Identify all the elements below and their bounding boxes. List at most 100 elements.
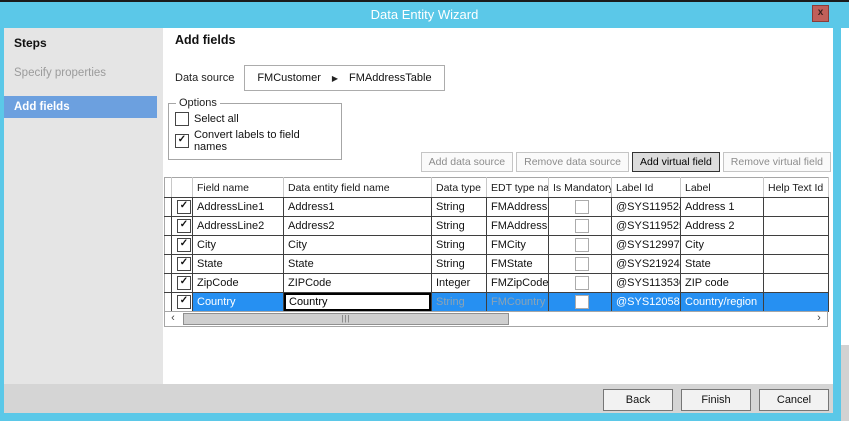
breadcrumb-segment-fmcustomer[interactable]: FMCustomer <box>257 72 321 84</box>
cell-field-name[interactable]: ZipCode <box>192 273 284 293</box>
cell-label[interactable]: ZIP code <box>680 273 764 293</box>
horizontal-scrollbar[interactable]: ‹ ||| › <box>164 311 828 327</box>
cell-label-id[interactable]: @SYS129977 <box>611 235 681 255</box>
row-selector[interactable] <box>164 292 172 312</box>
cell-edt-type-name: FMCity <box>486 235 549 255</box>
cell-field-name[interactable]: State <box>192 254 284 274</box>
row-checkbox[interactable]: ✓ <box>177 295 191 309</box>
cell-entity-field-name[interactable]: ZIPCode <box>283 273 432 293</box>
row-check-cell[interactable]: ✓ <box>171 216 193 236</box>
row-check-cell[interactable]: ✓ <box>171 254 193 274</box>
cell-field-name[interactable]: AddressLine2 <box>192 216 284 236</box>
mandatory-checkbox[interactable] <box>575 295 589 309</box>
sidebar-item-specify-properties[interactable]: Specify properties <box>14 67 106 79</box>
header-entity-field-name[interactable]: Data entity field name <box>283 177 432 198</box>
cell-is-mandatory[interactable] <box>548 292 612 312</box>
grid-toolbar: Add data source Remove data source Add v… <box>420 152 831 172</box>
cancel-button[interactable]: Cancel <box>759 389 829 411</box>
cell-field-name[interactable]: City <box>192 235 284 255</box>
back-button[interactable]: Back <box>603 389 673 411</box>
cell-help-text-id[interactable] <box>763 292 829 312</box>
row-selector[interactable] <box>164 235 172 255</box>
cell-is-mandatory[interactable] <box>548 273 612 293</box>
cell-help-text-id[interactable] <box>763 254 829 274</box>
cell-entity-field-name[interactable]: Address1 <box>283 197 432 217</box>
cell-label[interactable]: City <box>680 235 764 255</box>
cell-field-name[interactable]: AddressLine1 <box>192 197 284 217</box>
mandatory-checkbox[interactable] <box>575 257 589 271</box>
row-checkbox[interactable]: ✓ <box>177 276 191 290</box>
row-checkbox[interactable]: ✓ <box>177 200 191 214</box>
cell-is-mandatory[interactable] <box>548 235 612 255</box>
cell-is-mandatory[interactable] <box>548 216 612 236</box>
select-all-checkbox[interactable] <box>175 112 189 126</box>
table-row[interactable]: ✓ State State String FMState @SYS21924 S… <box>164 254 829 274</box>
convert-labels-checkbox[interactable]: ✓ <box>175 134 189 148</box>
header-is-mandatory[interactable]: Is Mandatory <box>548 177 612 198</box>
mandatory-checkbox[interactable] <box>575 238 589 252</box>
header-edt-type-name[interactable]: EDT type name <box>486 177 549 198</box>
cell-label-id[interactable]: @SYS119525 <box>611 216 681 236</box>
cell-label-id[interactable]: @SYS113530 <box>611 273 681 293</box>
add-data-source-button[interactable]: Add data source <box>420 152 514 172</box>
header-label-id[interactable]: Label Id <box>611 177 681 198</box>
mandatory-checkbox[interactable] <box>575 200 589 214</box>
cell-help-text-id[interactable] <box>763 197 829 217</box>
table-row[interactable]: ✓ AddressLine1 Address1 String FMAddress… <box>164 197 829 217</box>
row-check-cell[interactable]: ✓ <box>171 292 193 312</box>
remove-virtual-field-button[interactable]: Remove virtual field <box>722 152 831 172</box>
cell-label[interactable]: Address 1 <box>680 197 764 217</box>
cell-help-text-id[interactable] <box>763 273 829 293</box>
cell-label-id[interactable]: @SYS21924 <box>611 254 681 274</box>
row-check-cell[interactable]: ✓ <box>171 235 193 255</box>
breadcrumb-arrow-icon: ▶ <box>331 73 339 83</box>
cell-field-name[interactable]: Country <box>192 292 284 312</box>
scroll-right-icon[interactable]: › <box>811 312 827 326</box>
row-selector[interactable] <box>164 197 172 217</box>
cell-data-type: String <box>431 292 487 312</box>
scrollbar-thumb[interactable]: ||| <box>183 313 509 325</box>
mandatory-checkbox[interactable] <box>575 219 589 233</box>
cell-is-mandatory[interactable] <box>548 197 612 217</box>
header-help-text-id[interactable]: Help Text Id <box>763 177 829 198</box>
data-source-row: Data source FMCustomer ▶ FMAddressTable <box>175 65 445 91</box>
cell-label[interactable]: Country/region <box>680 292 764 312</box>
cell-help-text-id[interactable] <box>763 235 829 255</box>
cell-entity-field-name[interactable]: Address2 <box>283 216 432 236</box>
table-row[interactable]: ✓ City City String FMCity @SYS129977 Cit… <box>164 235 829 255</box>
cell-label-id[interactable]: @SYS120586 <box>611 292 681 312</box>
mandatory-checkbox[interactable] <box>575 276 589 290</box>
sidebar-item-add-fields[interactable]: Add fields <box>4 96 157 118</box>
row-selector[interactable] <box>164 216 172 236</box>
header-data-type[interactable]: Data type <box>431 177 487 198</box>
header-label[interactable]: Label <box>680 177 764 198</box>
row-selector[interactable] <box>164 273 172 293</box>
scroll-left-icon[interactable]: ‹ <box>165 312 181 326</box>
breadcrumb-segment-fmaddresstable[interactable]: FMAddressTable <box>349 72 432 84</box>
cell-is-mandatory[interactable] <box>548 254 612 274</box>
table-row[interactable]: ✓ AddressLine2 Address2 String FMAddress… <box>164 216 829 236</box>
cell-help-text-id[interactable] <box>763 216 829 236</box>
window-title: Data Entity Wizard <box>370 7 479 22</box>
cell-entity-field-name[interactable]: State <box>283 254 432 274</box>
cell-label[interactable]: State <box>680 254 764 274</box>
row-checkbox[interactable]: ✓ <box>177 238 191 252</box>
close-icon[interactable]: x <box>812 5 829 22</box>
row-check-cell[interactable]: ✓ <box>171 197 193 217</box>
header-field-name[interactable]: Field name <box>192 177 284 198</box>
remove-data-source-button[interactable]: Remove data source <box>516 152 629 172</box>
cell-label-id[interactable]: @SYS119524 <box>611 197 681 217</box>
row-check-cell[interactable]: ✓ <box>171 273 193 293</box>
cell-label[interactable]: Address 2 <box>680 216 764 236</box>
row-checkbox[interactable]: ✓ <box>177 257 191 271</box>
cell-entity-field-name[interactable]: Country <box>283 292 432 312</box>
cell-entity-field-name[interactable]: City <box>283 235 432 255</box>
add-virtual-field-button[interactable]: Add virtual field <box>632 152 720 172</box>
table-row[interactable]: ✓ ZipCode ZIPCode Integer FMZipCode @SYS… <box>164 273 829 293</box>
table-row[interactable]: ✓ Country Country String FMCountry @SYS1… <box>164 292 829 312</box>
table-header-row: Field name Data entity field name Data t… <box>164 177 829 198</box>
header-select <box>171 177 193 198</box>
row-checkbox[interactable]: ✓ <box>177 219 191 233</box>
finish-button[interactable]: Finish <box>681 389 751 411</box>
row-selector[interactable] <box>164 254 172 274</box>
